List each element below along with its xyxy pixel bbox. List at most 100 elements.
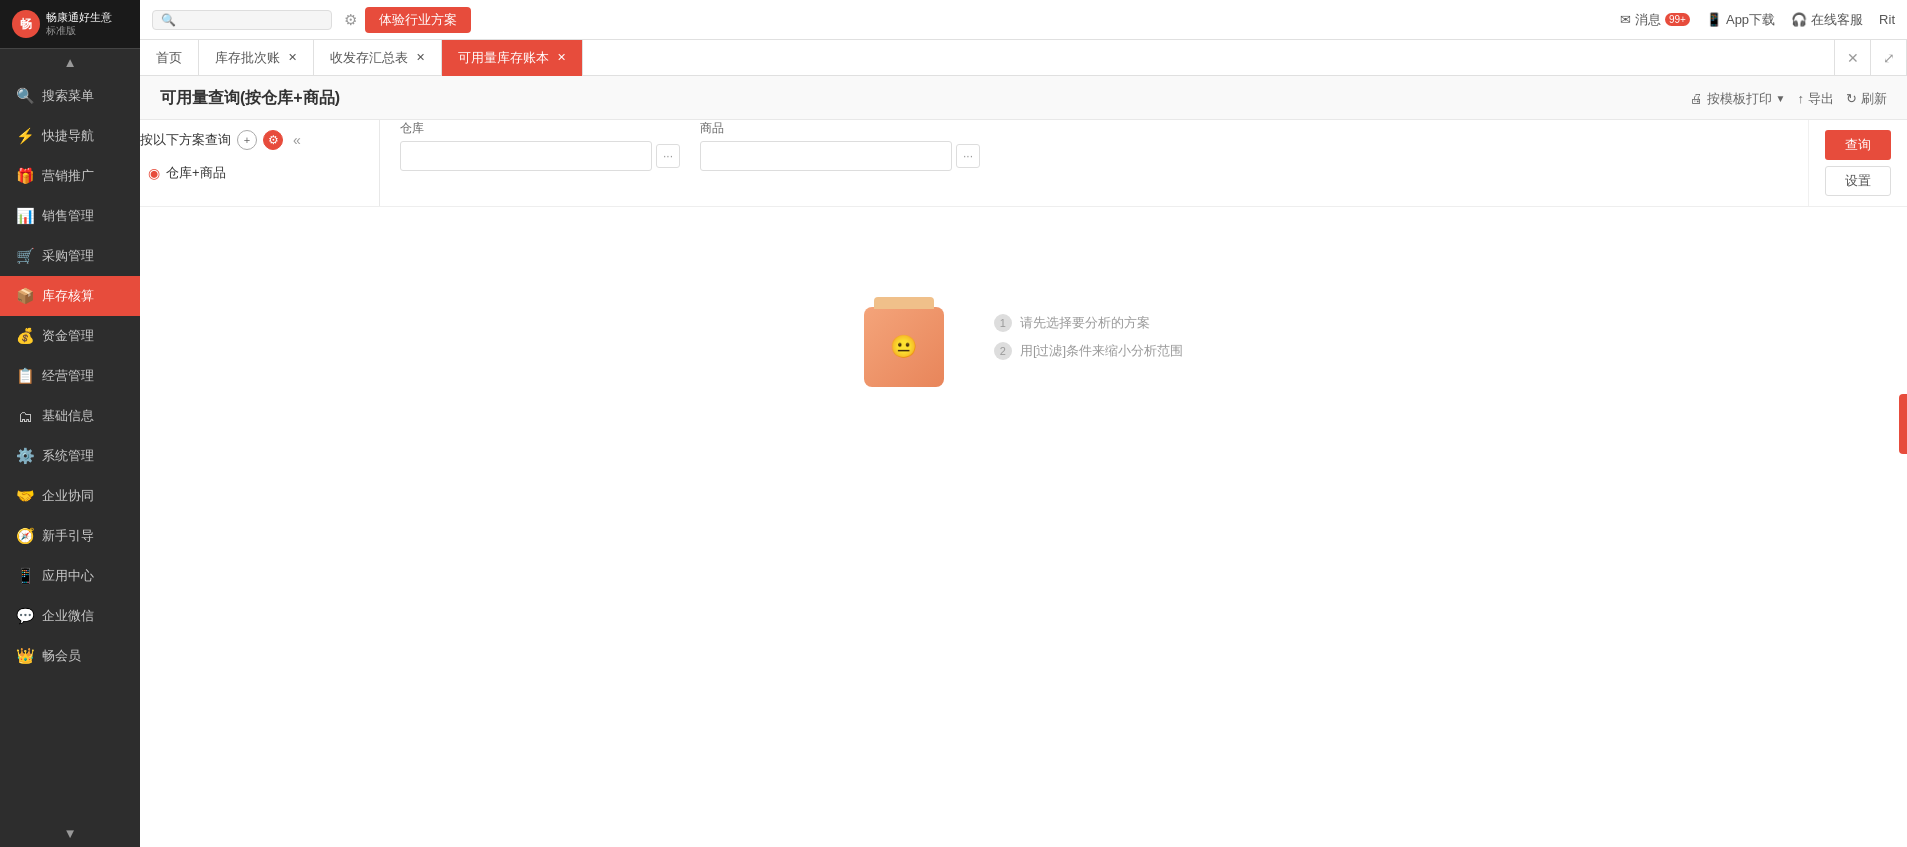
tab-receive-summary-close[interactable]: ✕	[416, 51, 425, 64]
sidebar-scroll-down[interactable]: ▼	[0, 820, 140, 847]
online-service-btn[interactable]: 🎧 在线客服	[1791, 11, 1863, 29]
message-icon: ✉	[1620, 12, 1631, 27]
sidebar-item-cooperation[interactable]: 🤝 企业协同	[0, 476, 140, 516]
topbar-gear-icon[interactable]: ⚙	[344, 11, 357, 29]
empty-hints: 1 请先选择要分析的方案 2 用[过滤]条件来缩小分析范围	[994, 314, 1183, 360]
right-scroll-handle[interactable]	[1899, 394, 1907, 454]
export-icon: ↑	[1798, 91, 1805, 106]
sidebar-item-purchase[interactable]: 🛒 采购管理	[0, 236, 140, 276]
search-icon: 🔍	[16, 87, 34, 105]
sidebar-item-apps[interactable]: 📱 应用中心	[0, 556, 140, 596]
main-area: 🔍 ⚙ 体验行业方案 ✉ 消息 99+ 📱 App下载 🎧 在线客服 Rit 首…	[140, 0, 1907, 847]
print-dropdown-icon: ▼	[1776, 93, 1786, 104]
query-button[interactable]: 查询	[1825, 130, 1891, 160]
add-scheme-btn[interactable]: +	[237, 130, 257, 150]
hint-item-1: 1 请先选择要分析的方案	[994, 314, 1183, 332]
filter-left: 按以下方案查询 + ⚙ « ◉ 仓库+商品	[140, 120, 380, 206]
tab-available-stock[interactable]: 可用量库存账本 ✕	[442, 40, 583, 76]
crown-icon: 👑	[16, 647, 34, 665]
scheme-item-warehouse-goods[interactable]: ◉ 仓库+商品	[140, 158, 363, 188]
sidebar-item-shortcut[interactable]: ⚡ 快捷导航	[0, 116, 140, 156]
sidebar-item-label: 销售管理	[42, 207, 94, 225]
sidebar-item-label: 畅会员	[42, 647, 81, 665]
chat-icon: 💬	[16, 607, 34, 625]
collapse-filter-btn[interactable]: «	[293, 132, 301, 148]
sidebar-item-system[interactable]: ⚙️ 系统管理	[0, 436, 140, 476]
message-btn[interactable]: ✉ 消息 99+	[1620, 11, 1690, 29]
sidebar-item-label: 库存核算	[42, 287, 94, 305]
page-content: 可用量查询(按仓库+商品) 🖨 按模板打印 ▼ ↑ 导出 ↻ 刷新	[140, 76, 1907, 847]
tab-home[interactable]: 首页	[140, 40, 199, 76]
money-icon: 💰	[16, 327, 34, 345]
clipboard-icon: 📋	[16, 367, 34, 385]
page-title: 可用量查询(按仓库+商品)	[160, 88, 340, 109]
warehouse-input-row: ···	[400, 141, 680, 171]
tab-batch-account[interactable]: 库存批次账 ✕	[199, 40, 314, 76]
tab-close-btn[interactable]: ✕	[1835, 40, 1871, 76]
box-icon: 📦	[16, 287, 34, 305]
sidebar-item-inventory[interactable]: 📦 库存核算	[0, 276, 140, 316]
industry-btn[interactable]: 体验行业方案	[365, 7, 471, 33]
sidebar: 畅 畅康通好生意 标准版 ▲ 🔍 搜索菜单 ⚡ 快捷导航 🎁 营销推广 📊 销售…	[0, 0, 140, 847]
topbar-search-icon: 🔍	[161, 13, 176, 27]
hint-num-1: 1	[994, 314, 1012, 332]
sidebar-item-label: 快捷导航	[42, 127, 94, 145]
sidebar-item-search[interactable]: 🔍 搜索菜单	[0, 76, 140, 116]
topbar: 🔍 ⚙ 体验行业方案 ✉ 消息 99+ 📱 App下载 🎧 在线客服 Rit	[140, 0, 1907, 40]
sidebar-item-operation[interactable]: 📋 经营管理	[0, 356, 140, 396]
goods-input-row: ···	[700, 141, 980, 171]
edit-scheme-btn[interactable]: ⚙	[263, 130, 283, 150]
compass-icon: 🧭	[16, 527, 34, 545]
refresh-label: 刷新	[1861, 90, 1887, 108]
sidebar-item-wechat[interactable]: 💬 企业微信	[0, 596, 140, 636]
empty-box: 😐	[864, 307, 944, 387]
refresh-btn[interactable]: ↻ 刷新	[1846, 90, 1887, 108]
app-download-label: App下载	[1726, 11, 1775, 29]
cart-icon: 🛒	[16, 247, 34, 265]
page-header: 可用量查询(按仓库+商品) 🖨 按模板打印 ▼ ↑ 导出 ↻ 刷新	[140, 76, 1907, 120]
filter-section: 按以下方案查询 + ⚙ « ◉ 仓库+商品 仓库 ···	[140, 120, 1907, 207]
sidebar-item-label: 系统管理	[42, 447, 94, 465]
sidebar-item-sales[interactable]: 📊 销售管理	[0, 196, 140, 236]
topbar-search-input[interactable]	[180, 13, 310, 27]
tab-receive-summary[interactable]: 收发存汇总表 ✕	[314, 40, 442, 76]
sidebar-item-newbie[interactable]: 🧭 新手引导	[0, 516, 140, 556]
sidebar-item-marketing[interactable]: 🎁 营销推广	[0, 156, 140, 196]
logo-sub: 标准版	[46, 24, 112, 38]
phone-icon: 📱	[1706, 12, 1722, 27]
hint-text-1: 请先选择要分析的方案	[1020, 314, 1150, 332]
app-download-btn[interactable]: 📱 App下载	[1706, 11, 1775, 29]
sidebar-item-finance[interactable]: 💰 资金管理	[0, 316, 140, 356]
goods-input[interactable]	[700, 141, 952, 171]
settings-button[interactable]: 设置	[1825, 166, 1891, 196]
headset-icon: 🎧	[1791, 12, 1807, 27]
empty-state: 😐 1 请先选择要分析的方案 2 用[过滤]条件来缩小分析范围	[140, 207, 1907, 467]
username-display[interactable]: Rit	[1879, 12, 1895, 27]
sidebar-item-label: 企业协同	[42, 487, 94, 505]
refresh-icon: ↻	[1846, 91, 1857, 106]
tab-available-stock-close[interactable]: ✕	[557, 51, 566, 64]
empty-face-icon: 😐	[890, 334, 917, 360]
sidebar-item-label: 新手引导	[42, 527, 94, 545]
sidebar-scroll-up[interactable]: ▲	[0, 49, 140, 76]
sidebar-item-member[interactable]: 👑 畅会员	[0, 636, 140, 676]
warehouse-more-btn[interactable]: ···	[656, 144, 680, 168]
tab-expand-btn[interactable]: ⤢	[1871, 40, 1907, 76]
tab-batch-account-label: 库存批次账	[215, 49, 280, 67]
sidebar-item-label: 应用中心	[42, 567, 94, 585]
chart-icon: 📊	[16, 207, 34, 225]
tabs-bar: 首页 库存批次账 ✕ 收发存汇总表 ✕ 可用量库存账本 ✕ ✕ ⤢	[140, 40, 1907, 76]
print-label: 按模板打印	[1707, 90, 1772, 108]
export-label: 导出	[1808, 90, 1834, 108]
sidebar-item-basic[interactable]: 🗂 基础信息	[0, 396, 140, 436]
page-header-actions: 🖨 按模板打印 ▼ ↑ 导出 ↻ 刷新	[1690, 90, 1887, 108]
goods-more-btn[interactable]: ···	[956, 144, 980, 168]
tab-available-stock-label: 可用量库存账本	[458, 49, 549, 67]
export-btn[interactable]: ↑ 导出	[1798, 90, 1835, 108]
tab-batch-account-close[interactable]: ✕	[288, 51, 297, 64]
print-btn[interactable]: 🖨 按模板打印 ▼	[1690, 90, 1786, 108]
sidebar-item-label: 营销推广	[42, 167, 94, 185]
sidebar-nav: 🔍 搜索菜单 ⚡ 快捷导航 🎁 营销推广 📊 销售管理 🛒 采购管理 📦 库存核…	[0, 76, 140, 820]
gear-icon: ⚙️	[16, 447, 34, 465]
warehouse-input[interactable]	[400, 141, 652, 171]
